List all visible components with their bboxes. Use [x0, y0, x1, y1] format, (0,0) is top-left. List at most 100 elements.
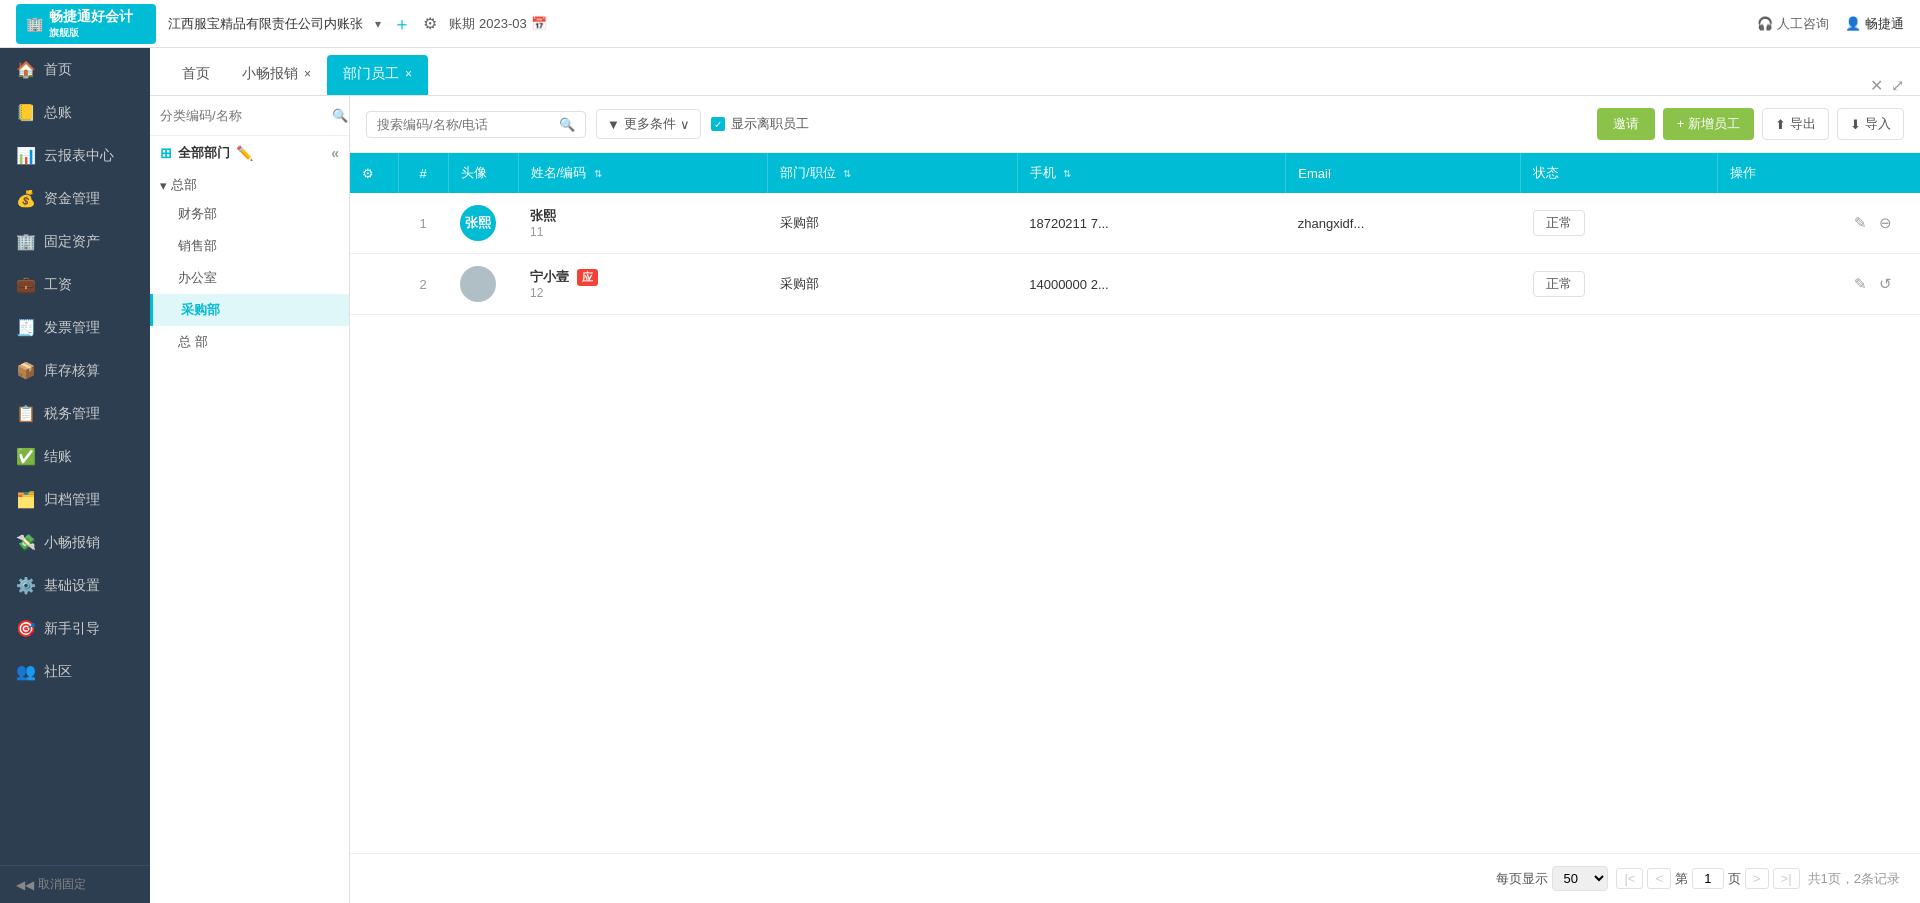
add-employee-button[interactable]: + 新增员工 [1663, 108, 1754, 140]
sidebar-label-invoice: 发票管理 [44, 319, 100, 337]
sidebar-item-xiaochang[interactable]: 💸 小畅报销 [0, 521, 150, 564]
dept-collapse-icon[interactable]: « [331, 145, 339, 161]
content-area: 首页 小畅报销 × 部门员工 × ✕ ⤢ 🔍 [150, 48, 1920, 903]
tab-dept-label: 部门员工 [343, 65, 399, 83]
row2-code: 12 [530, 286, 756, 300]
dept-item-finance[interactable]: 财务部 [150, 198, 349, 230]
dept-expand-icon[interactable]: ▾ [160, 178, 167, 193]
col-dept[interactable]: 部门/职位 ⇅ [768, 153, 1018, 193]
tabs-right-actions: ✕ ⤢ [1870, 76, 1904, 95]
sidebar-item-ledger[interactable]: 📒 总账 [0, 91, 150, 134]
sidebar-item-invoice[interactable]: 🧾 发票管理 [0, 306, 150, 349]
dept-item-purchasing[interactable]: 采购部 [150, 294, 349, 326]
row1-logout-icon[interactable]: ⊖ [1879, 214, 1892, 232]
sidebar-item-salary[interactable]: 💼 工资 [0, 263, 150, 306]
tab-close-window-icon[interactable]: ✕ [1870, 76, 1883, 95]
dept-group-general: ▾ 总部 [150, 170, 349, 198]
dept-tree: ▾ 总部 财务部 销售部 办公室 采购部 总 部 [150, 170, 349, 903]
row2-avatar [460, 266, 496, 302]
cancel-pin-button[interactable]: ◀◀ 取消固定 [0, 865, 150, 903]
calendar-icon[interactable]: 📅 [531, 16, 547, 31]
all-depts-label: 全部部门 [178, 144, 230, 162]
row2-avatar-cell [448, 254, 518, 315]
invite-button[interactable]: 邀请 [1597, 108, 1655, 140]
more-filter-label: 更多条件 [624, 115, 676, 133]
total-info-label: 共1页，2条记录 [1808, 870, 1900, 888]
company-dropdown-icon[interactable]: ▾ [375, 17, 381, 31]
sidebar-label-newbie: 新手引导 [44, 620, 100, 638]
show-resigned-label: 显示离职员工 [731, 115, 809, 133]
dept-item-office[interactable]: 办公室 [150, 262, 349, 294]
tab-xiaochang-expense[interactable]: 小畅报销 × [226, 55, 327, 95]
dept-item-sales[interactable]: 销售部 [150, 230, 349, 262]
sidebar-item-reports[interactable]: 📊 云报表中心 [0, 134, 150, 177]
sidebar-item-archive[interactable]: 🗂️ 归档管理 [0, 478, 150, 521]
row1-settings [350, 193, 398, 254]
sidebar-item-newbie[interactable]: 🎯 新手引导 [0, 607, 150, 650]
sidebar-item-tax[interactable]: 📋 税务管理 [0, 392, 150, 435]
period-label: 账期 2023-03 📅 [449, 15, 547, 33]
show-resigned-toggle[interactable]: ✓ 显示离职员工 [711, 115, 809, 133]
sidebar-label-community: 社区 [44, 663, 72, 681]
logo-icon: 🏢 [26, 16, 43, 32]
prev-page-button[interactable]: < [1647, 868, 1671, 889]
sidebar-item-home[interactable]: 🏠 首页 [0, 48, 150, 91]
show-resigned-checkbox[interactable]: ✓ [711, 117, 725, 131]
tab-home[interactable]: 首页 [166, 55, 226, 95]
dept-search-input[interactable] [160, 108, 328, 123]
table-row: 1 张熙 张熙 11 采购部 18720211 7... z [350, 193, 1920, 254]
employee-search-input[interactable] [377, 117, 553, 132]
col-settings[interactable]: ⚙ [350, 153, 398, 193]
first-page-button[interactable]: |< [1616, 868, 1643, 889]
add-company-icon[interactable]: ＋ [393, 12, 411, 36]
col-phone[interactable]: 手机 ⇅ [1017, 153, 1286, 193]
main-layout: 🏠 首页 📒 总账 📊 云报表中心 💰 资金管理 🏢 固定资产 💼 工资 🧾 发… [0, 48, 1920, 903]
user-menu[interactable]: 👤 畅捷通 [1845, 15, 1904, 33]
sidebar-label-ledger: 总账 [44, 104, 72, 122]
community-icon: 👥 [16, 662, 36, 681]
sidebar-item-inventory[interactable]: 📦 库存核算 [0, 349, 150, 392]
tab-xiaochang-close-icon[interactable]: × [304, 67, 311, 81]
tab-dept-close-icon[interactable]: × [405, 67, 412, 81]
row1-edit-icon[interactable]: ✎ [1854, 214, 1867, 232]
sidebar-item-checkout[interactable]: ✅ 结账 [0, 435, 150, 478]
right-panel: 🔍 ▼ 更多条件 ∨ ✓ 显示离职员工 邀请 + 新增员工 [350, 96, 1920, 903]
dept-group-label: 总部 [171, 176, 197, 194]
support-button[interactable]: 🎧 人工咨询 [1757, 15, 1829, 33]
row2-name: 宁小壹 应 [530, 268, 756, 286]
dept-search-icon[interactable]: 🔍 [332, 108, 348, 123]
tab-expand-icon[interactable]: ⤢ [1891, 76, 1904, 95]
sidebar-item-funds[interactable]: 💰 资金管理 [0, 177, 150, 220]
tab-dept-employee[interactable]: 部门员工 × [327, 55, 428, 95]
sidebar-item-settings[interactable]: ⚙️ 基础设置 [0, 564, 150, 607]
per-page-dropdown[interactable]: 10 20 50 100 [1552, 866, 1608, 891]
dept-edit-icon[interactable]: ✏️ [236, 145, 253, 161]
employee-search-icon[interactable]: 🔍 [559, 117, 575, 132]
row2-edit-icon[interactable]: ✎ [1854, 275, 1867, 293]
row2-refresh-icon[interactable]: ↺ [1879, 275, 1892, 293]
invoice-icon: 🧾 [16, 318, 36, 337]
col-name[interactable]: 姓名/编码 ⇅ [518, 153, 768, 193]
row1-name-cell: 张熙 11 [518, 193, 768, 254]
import-button[interactable]: ⬇ 导入 [1837, 108, 1904, 140]
sidebar-item-assets[interactable]: 🏢 固定资产 [0, 220, 150, 263]
sidebar-label-xiaochang: 小畅报销 [44, 534, 100, 552]
checkout-icon: ✅ [16, 447, 36, 466]
settings-icon[interactable]: ⚙ [423, 14, 437, 33]
tax-icon: 📋 [16, 404, 36, 423]
sidebar-item-community[interactable]: 👥 社区 [0, 650, 150, 693]
last-page-button[interactable]: >| [1773, 868, 1800, 889]
employee-search-bar: 🔍 [366, 111, 586, 138]
more-filter-button[interactable]: ▼ 更多条件 ∨ [596, 109, 701, 139]
salary-icon: 💼 [16, 275, 36, 294]
next-page-button[interactable]: > [1745, 868, 1769, 889]
row2-email [1286, 254, 1521, 315]
current-page-input[interactable] [1692, 868, 1724, 889]
export-button[interactable]: ⬆ 导出 [1762, 108, 1829, 140]
sidebar-label-archive: 归档管理 [44, 491, 100, 509]
username-label: 畅捷通 [1865, 15, 1904, 33]
dept-item-hq[interactable]: 总 部 [150, 326, 349, 358]
per-page-label: 每页显示 [1496, 870, 1548, 888]
filter-icon: ▼ [607, 117, 620, 132]
headset-icon: 🎧 [1757, 16, 1773, 31]
